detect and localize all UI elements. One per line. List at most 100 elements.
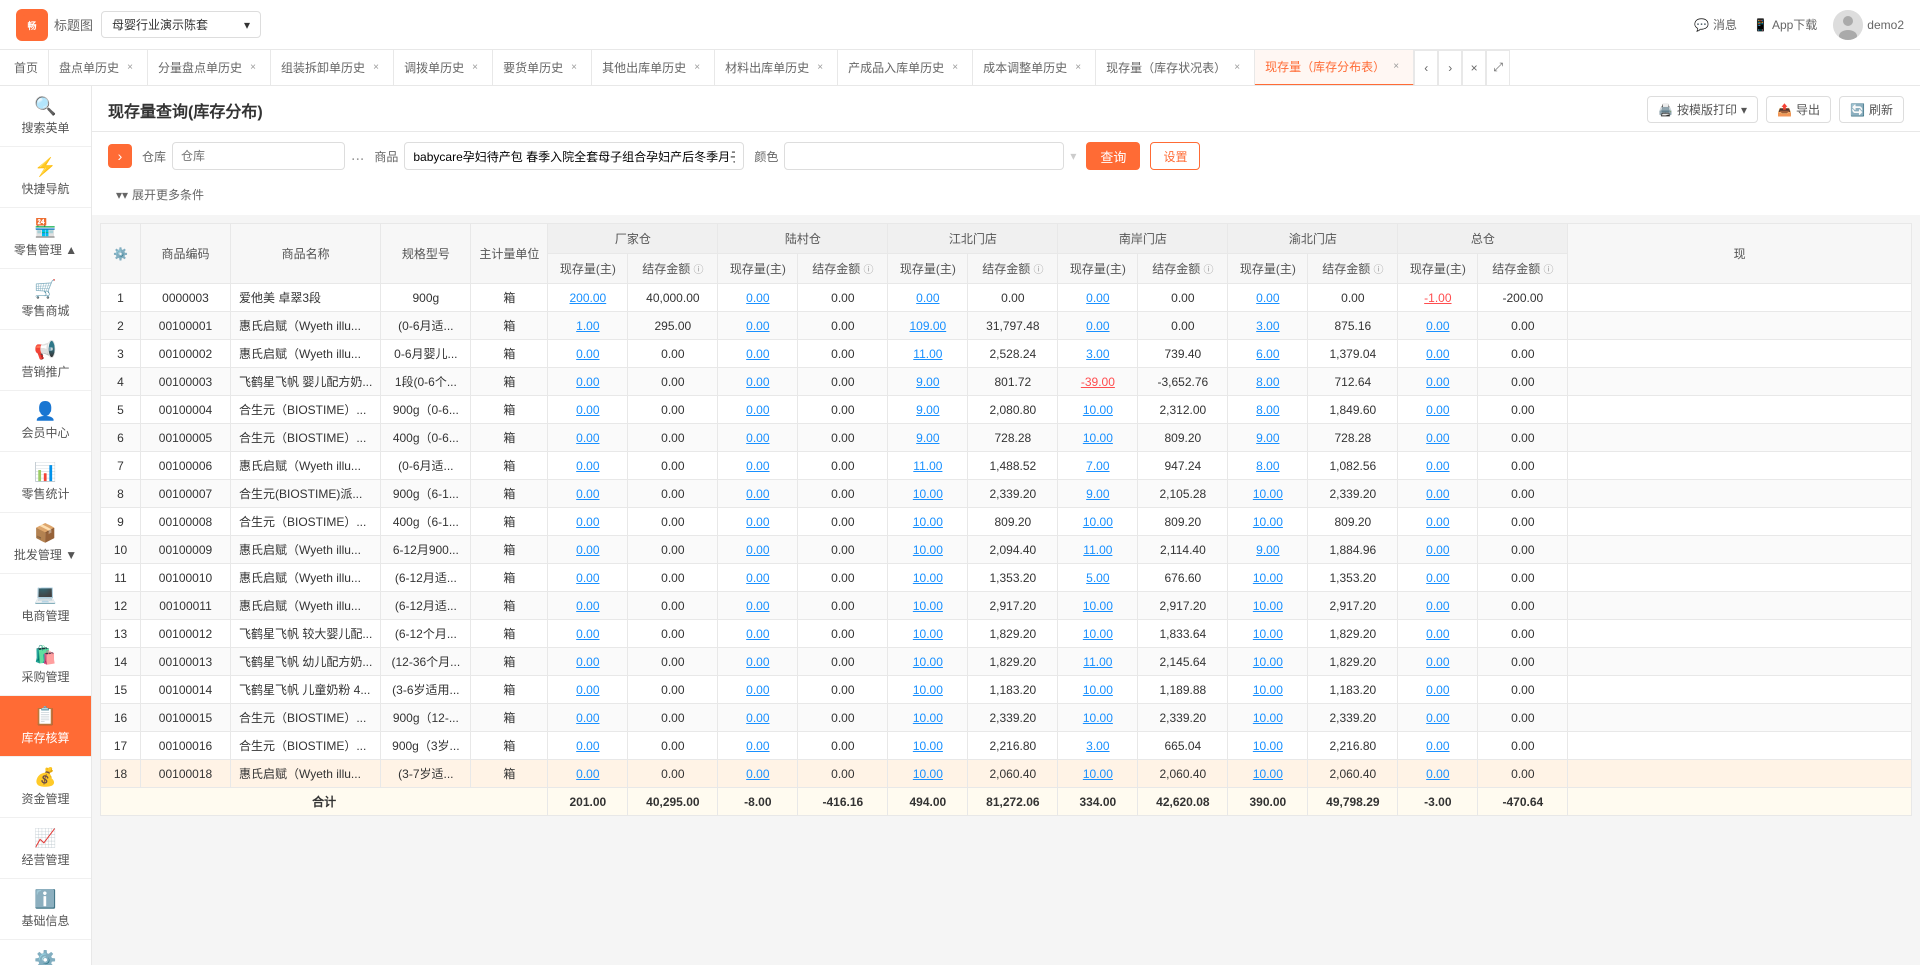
cell-ld-qty[interactable]: 0.00 [718, 648, 798, 676]
cell-total-qty[interactable]: 0.00 [1398, 312, 1478, 340]
cell-yb-qty[interactable]: 10.00 [1228, 760, 1308, 788]
cell-f-qty[interactable]: 1.00 [548, 312, 628, 340]
export-btn[interactable]: 📤 导出 [1766, 96, 1831, 123]
table-wrapper[interactable]: ⚙️ 商品编码 商品名称 规格型号 主计量单位 厂家仓 陆村仓 江北门店 南岸门… [92, 215, 1920, 965]
cell-ld-qty[interactable]: 0.00 [718, 704, 798, 732]
cell-f-qty[interactable]: 0.00 [548, 340, 628, 368]
tab-transfer[interactable]: 调拨单历史 × [394, 50, 493, 86]
tab-close-icon[interactable]: × [1230, 61, 1244, 75]
sidebar-item-finance[interactable]: 💰 资金管理 [0, 757, 91, 818]
app-download-btn[interactable]: 📱 App下载 [1753, 16, 1817, 33]
cell-f-qty[interactable]: 200.00 [548, 284, 628, 312]
cell-yb-qty[interactable]: 10.00 [1228, 732, 1308, 760]
cell-total-qty[interactable]: 0.00 [1398, 620, 1478, 648]
tab-close-icon[interactable]: × [1071, 61, 1085, 75]
cell-na-qty[interactable]: 10.00 [1058, 704, 1138, 732]
cell-f-qty[interactable]: 0.00 [548, 452, 628, 480]
cell-ld-qty[interactable]: 0.00 [718, 732, 798, 760]
filter-expand-btn[interactable]: › [108, 144, 132, 168]
tab-cost-adjust[interactable]: 成本调整单历史 × [973, 50, 1096, 86]
cell-yb-qty[interactable]: 6.00 [1228, 340, 1308, 368]
cell-total-qty[interactable]: 0.00 [1398, 396, 1478, 424]
settings-gear-icon[interactable]: ⚙️ [113, 247, 128, 261]
cell-total-qty[interactable]: 0.00 [1398, 424, 1478, 452]
cell-f-qty[interactable]: 0.00 [548, 508, 628, 536]
cell-total-qty[interactable]: 0.00 [1398, 368, 1478, 396]
cell-na-qty[interactable]: 10.00 [1058, 508, 1138, 536]
cell-yb-qty[interactable]: 0.00 [1228, 284, 1308, 312]
tab-stock-dist[interactable]: 现存量（库存分布表） × [1255, 50, 1414, 86]
sidebar-item-retail-mgmt[interactable]: 🏪 零售管理 ▲ [0, 208, 91, 269]
cell-na-qty[interactable]: 9.00 [1058, 480, 1138, 508]
cell-total-qty[interactable]: 0.00 [1398, 592, 1478, 620]
cell-na-qty[interactable]: 10.00 [1058, 676, 1138, 704]
tab-stock-status[interactable]: 现存量（库存状况表） × [1096, 50, 1255, 86]
cell-yb-qty[interactable]: 8.00 [1228, 368, 1308, 396]
cell-yb-qty[interactable]: 10.00 [1228, 508, 1308, 536]
cell-f-qty[interactable]: 0.00 [548, 592, 628, 620]
cell-yb-qty[interactable]: 9.00 [1228, 536, 1308, 564]
cell-na-qty[interactable]: 11.00 [1058, 648, 1138, 676]
cell-yb-qty[interactable]: 10.00 [1228, 592, 1308, 620]
cell-ld-qty[interactable]: 0.00 [718, 396, 798, 424]
cell-jn-qty[interactable]: 9.00 [888, 424, 968, 452]
cell-f-qty[interactable]: 0.00 [548, 732, 628, 760]
cell-f-qty[interactable]: 0.00 [548, 676, 628, 704]
cell-yb-qty[interactable]: 8.00 [1228, 396, 1308, 424]
cell-na-qty[interactable]: 10.00 [1058, 620, 1138, 648]
cell-yb-qty[interactable]: 10.00 [1228, 620, 1308, 648]
cell-na-qty[interactable]: 3.00 [1058, 340, 1138, 368]
cell-yb-qty[interactable]: 9.00 [1228, 424, 1308, 452]
cell-jn-qty[interactable]: 11.00 [888, 340, 968, 368]
cell-na-qty[interactable]: 10.00 [1058, 760, 1138, 788]
tab-product-in[interactable]: 产成品入库单历史 × [838, 50, 973, 86]
cell-total-qty[interactable]: 0.00 [1398, 760, 1478, 788]
sidebar-item-shortcut[interactable]: ⚡ 快捷导航 [0, 147, 91, 208]
cell-na-qty[interactable]: 3.00 [1058, 732, 1138, 760]
sidebar-item-retail-shop[interactable]: 🛒 零售商城 [0, 269, 91, 330]
cell-total-qty[interactable]: 0.00 [1398, 340, 1478, 368]
cell-yb-qty[interactable]: 10.00 [1228, 676, 1308, 704]
tab-close-icon[interactable]: × [369, 61, 383, 75]
cell-na-qty[interactable]: 11.00 [1058, 536, 1138, 564]
cell-na-qty[interactable]: 5.00 [1058, 564, 1138, 592]
user-area[interactable]: demo2 [1833, 10, 1904, 40]
tab-combo[interactable]: 组装拆卸单历史 × [271, 50, 394, 86]
cell-jn-qty[interactable]: 10.00 [888, 732, 968, 760]
cell-jn-qty[interactable]: 10.00 [888, 648, 968, 676]
cell-f-qty[interactable]: 0.00 [548, 648, 628, 676]
tab-branch-count[interactable]: 分量盘点单历史 × [148, 50, 271, 86]
cell-jn-qty[interactable]: 10.00 [888, 508, 968, 536]
tab-material-out[interactable]: 材料出库单历史 × [715, 50, 838, 86]
print-btn[interactable]: 🖨️ 按模版打印 ▾ [1647, 96, 1758, 123]
cell-yb-qty[interactable]: 8.00 [1228, 452, 1308, 480]
tab-other-out[interactable]: 其他出库单历史 × [592, 50, 715, 86]
cell-na-qty[interactable]: 0.00 [1058, 284, 1138, 312]
cell-ld-qty[interactable]: 0.00 [718, 620, 798, 648]
cell-yb-qty[interactable]: 10.00 [1228, 480, 1308, 508]
tab-inventory-count[interactable]: 盘点单历史 × [49, 50, 148, 86]
tab-expand-btn[interactable]: ⤢ [1486, 50, 1510, 86]
message-btn[interactable]: 💬 消息 [1694, 16, 1737, 33]
cell-total-qty[interactable]: 0.00 [1398, 732, 1478, 760]
sidebar-item-basic-info[interactable]: ℹ️ 基础信息 [0, 879, 91, 940]
cell-ld-qty[interactable]: 0.00 [718, 480, 798, 508]
cell-f-qty[interactable]: 0.00 [548, 564, 628, 592]
cell-na-qty[interactable]: 10.00 [1058, 396, 1138, 424]
tab-prev-btn[interactable]: ‹ [1414, 50, 1438, 86]
cell-jn-qty[interactable]: 10.00 [888, 676, 968, 704]
tab-home[interactable]: 首页 [4, 50, 49, 86]
cell-f-qty[interactable]: 0.00 [548, 424, 628, 452]
cell-f-qty[interactable]: 0.00 [548, 536, 628, 564]
tab-close-icon[interactable]: × [468, 61, 482, 75]
cell-ld-qty[interactable]: 0.00 [718, 340, 798, 368]
cell-total-qty[interactable]: 0.00 [1398, 536, 1478, 564]
sidebar-item-wholesale[interactable]: 📦 批发管理 ▼ [0, 513, 91, 574]
tab-close-icon[interactable]: × [1389, 60, 1403, 74]
cell-f-qty[interactable]: 0.00 [548, 620, 628, 648]
cell-ld-qty[interactable]: 0.00 [718, 536, 798, 564]
tab-close-icon[interactable]: × [690, 61, 704, 75]
cell-jn-qty[interactable]: 10.00 [888, 480, 968, 508]
expand-conditions-btn[interactable]: ▾▾ 展开更多条件 [108, 182, 212, 207]
cell-jn-qty[interactable]: 10.00 [888, 704, 968, 732]
